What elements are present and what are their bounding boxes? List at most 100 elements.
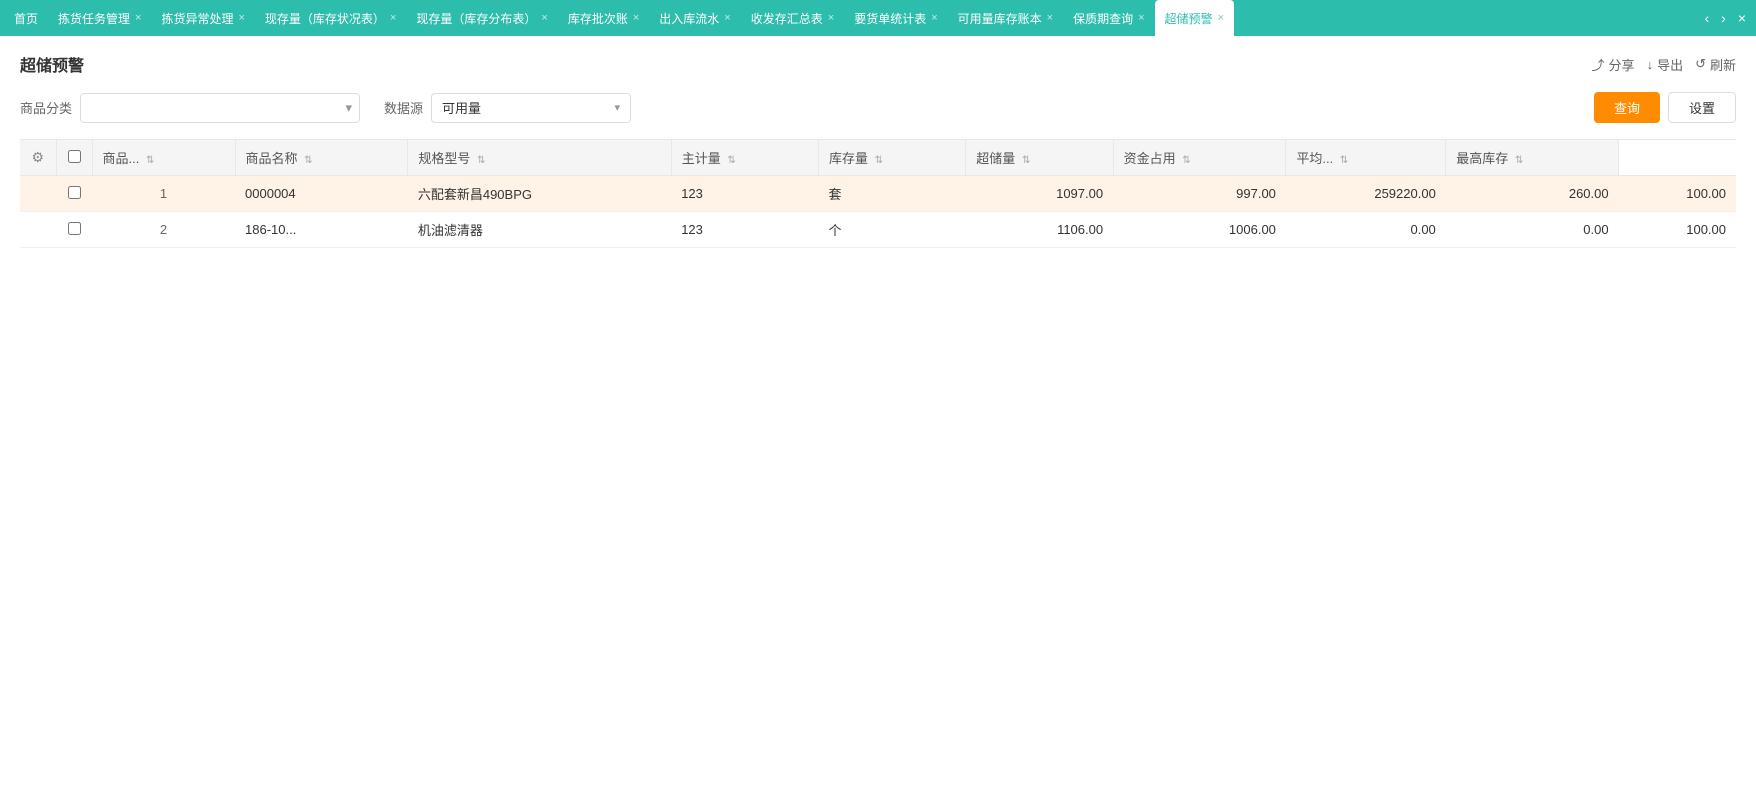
row-capital-cell: 259220.00	[1286, 176, 1446, 212]
datasource-select[interactable]: 可用量 ▾	[431, 93, 631, 123]
row-capital-cell: 0.00	[1286, 212, 1446, 248]
row-overstock-cell: 997.00	[1113, 176, 1286, 212]
row-settings-cell	[20, 176, 56, 212]
close-icon[interactable]: ×	[541, 12, 547, 24]
nav-item-home[interactable]: 首页	[4, 0, 48, 36]
nav-right-arrow[interactable]: ›	[1715, 6, 1732, 30]
col-stock-header[interactable]: 库存量 ⇅	[819, 140, 966, 176]
page-content: 超储预警 ⤴ 分享 ↓ 导出 ↺ 刷新 商品分类 ▾ 数据源	[0, 36, 1756, 800]
close-icon[interactable]: ×	[724, 12, 730, 24]
col-max-header[interactable]: 最高库存 ⇅	[1446, 140, 1619, 176]
nav-item-summary[interactable]: 收发存汇总表 ×	[741, 0, 844, 36]
row-overstock-cell: 1006.00	[1113, 212, 1286, 248]
nav-item-requisition[interactable]: 要货单统计表 ×	[844, 0, 947, 36]
refresh-icon: ↺	[1695, 56, 1706, 72]
nav-item-expiry[interactable]: 保质期查询 ×	[1063, 0, 1154, 36]
row-max-cell: 100.00	[1619, 212, 1736, 248]
row-unit-cell: 套	[819, 176, 966, 212]
close-icon[interactable]: ×	[828, 12, 834, 24]
col-unit-header[interactable]: 主计量 ⇅	[671, 140, 818, 176]
header-actions: ⤴ 分享 ↓ 导出 ↺ 刷新	[1592, 55, 1736, 74]
col-checkbox-header[interactable]	[56, 140, 92, 176]
category-select-wrapper: ▾	[80, 93, 360, 123]
sort-icon: ⇅	[1340, 155, 1348, 166]
col-avg-header[interactable]: 平均... ⇅	[1286, 140, 1446, 176]
nav-item-inventory-dist[interactable]: 现存量（库存分布表） ×	[406, 0, 557, 36]
row-checkbox[interactable]	[68, 186, 81, 199]
col-settings-header[interactable]: ⚙	[20, 140, 56, 176]
nav-close-all[interactable]: ×	[1732, 6, 1752, 30]
row-unit-cell: 个	[819, 212, 966, 248]
sort-icon: ⇅	[875, 155, 883, 166]
close-icon[interactable]: ×	[931, 12, 937, 24]
row-settings-cell	[20, 212, 56, 248]
row-checkbox[interactable]	[68, 222, 81, 235]
close-icon[interactable]: ×	[1047, 12, 1053, 24]
datasource-filter: 数据源 可用量 ▾	[384, 93, 631, 123]
sort-icon: ⇅	[727, 155, 735, 166]
filter-row: 商品分类 ▾ 数据源 可用量 ▾ 查询 设置	[20, 92, 1736, 123]
row-checkbox-cell[interactable]	[56, 212, 92, 248]
datasource-value: 可用量	[442, 98, 481, 117]
close-icon[interactable]: ×	[238, 12, 244, 24]
share-icon: ⤴	[1592, 55, 1605, 74]
category-filter: 商品分类 ▾	[20, 93, 360, 123]
row-name-cell: 六配套新昌490BPG	[408, 176, 671, 212]
export-button[interactable]: ↓ 导出	[1647, 55, 1684, 74]
nav-item-flow[interactable]: 出入库流水 ×	[649, 0, 740, 36]
col-spec-header[interactable]: 规格型号 ⇅	[408, 140, 671, 176]
row-avg-cell: 260.00	[1446, 176, 1619, 212]
nav-item-inventory-status[interactable]: 现存量（库存状况表） ×	[255, 0, 406, 36]
export-icon: ↓	[1647, 57, 1654, 72]
category-label: 商品分类	[20, 98, 72, 117]
datasource-label: 数据源	[384, 98, 423, 117]
sort-icon: ⇅	[146, 155, 154, 166]
table-row: 1 0000004 六配套新昌490BPG 123 套 1097.00 997.…	[20, 176, 1736, 212]
filter-buttons: 查询 设置	[1594, 92, 1736, 123]
query-button[interactable]: 查询	[1594, 92, 1660, 123]
nav-item-available[interactable]: 可用量库存账本 ×	[948, 0, 1063, 36]
nav-item-batch[interactable]: 库存批次账 ×	[558, 0, 649, 36]
share-button[interactable]: ⤴ 分享	[1592, 55, 1635, 74]
col-overstock-header[interactable]: 超储量 ⇅	[966, 140, 1113, 176]
row-stock-cell: 1097.00	[966, 176, 1113, 212]
sort-icon: ⇅	[1182, 155, 1190, 166]
nav-item-task[interactable]: 拣货任务管理 ×	[48, 0, 151, 36]
close-icon[interactable]: ×	[390, 12, 396, 24]
row-code-cell: 186-10...	[235, 212, 408, 248]
sort-icon: ⇅	[1515, 155, 1523, 166]
close-icon[interactable]: ×	[135, 12, 141, 24]
nav-arrows: ‹ › ×	[1698, 6, 1752, 30]
col-capital-header[interactable]: 资金占用 ⇅	[1113, 140, 1286, 176]
chevron-down-icon: ▾	[615, 101, 621, 114]
top-nav: 首页 拣货任务管理 × 拣货异常处理 × 现存量（库存状况表） × 现存量（库存…	[0, 0, 1756, 36]
row-spec-cell: 123	[671, 176, 818, 212]
close-icon[interactable]: ×	[633, 12, 639, 24]
row-checkbox-cell[interactable]	[56, 176, 92, 212]
close-icon[interactable]: ×	[1138, 12, 1144, 24]
table-row: 2 186-10... 机油滤清器 123 个 1106.00 1006.00 …	[20, 212, 1736, 248]
row-spec-cell: 123	[671, 212, 818, 248]
category-select[interactable]	[80, 93, 360, 123]
gear-icon[interactable]: ⚙	[31, 149, 44, 165]
col-code-header[interactable]: 商品... ⇅	[92, 140, 235, 176]
nav-item-abnormal[interactable]: 拣货异常处理 ×	[151, 0, 254, 36]
row-index-cell: 2	[92, 212, 235, 248]
refresh-button[interactable]: ↺ 刷新	[1695, 55, 1736, 74]
row-max-cell: 100.00	[1619, 176, 1736, 212]
close-icon[interactable]: ×	[1218, 12, 1224, 24]
row-index-cell: 1	[92, 176, 235, 212]
row-avg-cell: 0.00	[1446, 212, 1619, 248]
settings-button[interactable]: 设置	[1668, 92, 1736, 123]
sort-icon: ⇅	[304, 155, 312, 166]
nav-item-overstock[interactable]: 超储预警 ×	[1155, 0, 1234, 36]
row-name-cell: 机油滤清器	[408, 212, 671, 248]
sort-icon: ⇅	[1022, 155, 1030, 166]
nav-left-arrow[interactable]: ‹	[1698, 6, 1715, 30]
row-stock-cell: 1106.00	[966, 212, 1113, 248]
col-name-header[interactable]: 商品名称 ⇅	[235, 140, 408, 176]
data-table: ⚙ 商品... ⇅ 商品名称 ⇅ 规格型号 ⇅ 主计量	[20, 139, 1736, 248]
select-all-checkbox[interactable]	[68, 150, 81, 163]
table-header-row: ⚙ 商品... ⇅ 商品名称 ⇅ 规格型号 ⇅ 主计量	[20, 140, 1736, 176]
sort-icon: ⇅	[477, 155, 485, 166]
